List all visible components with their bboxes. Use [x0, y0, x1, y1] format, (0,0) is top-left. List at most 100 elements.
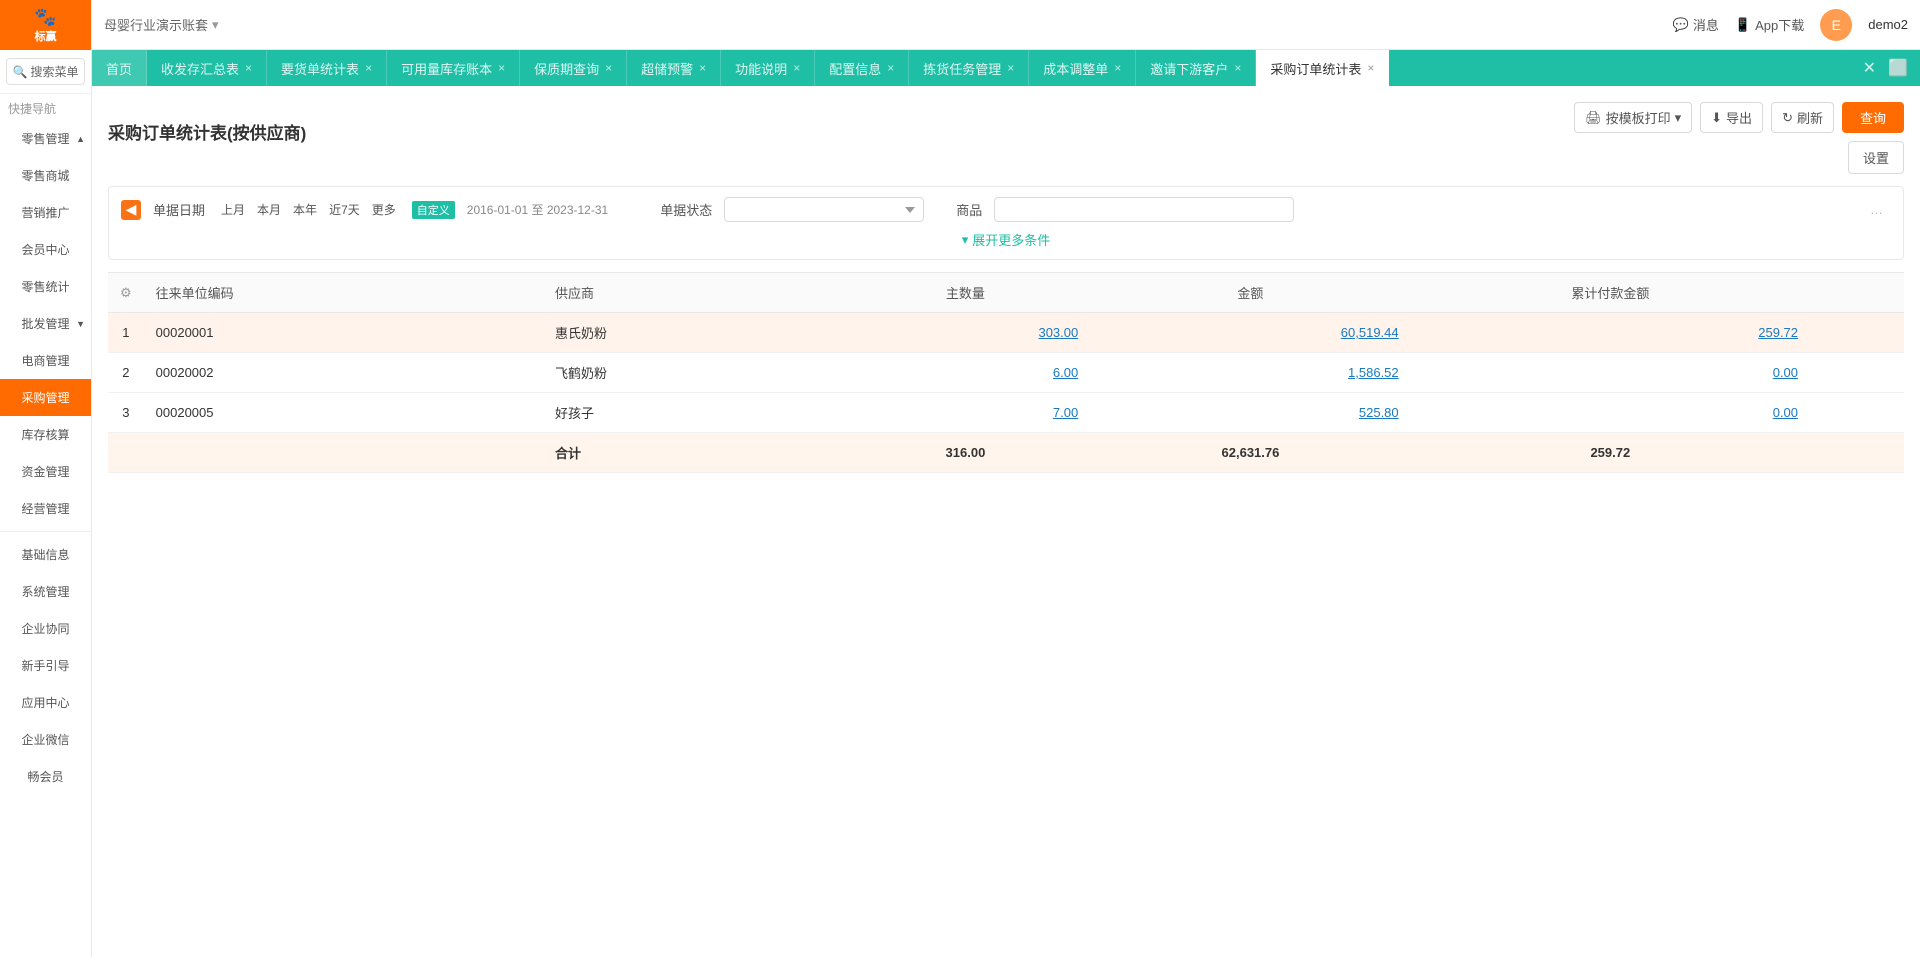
sidebar-item-member-label: 会员中心: [21, 241, 69, 258]
row-code: 00020002: [144, 353, 543, 393]
tab-purchase-order-stats-label: 采购订单统计表: [1270, 59, 1361, 78]
tab-invite-downstream-close[interactable]: ×: [1234, 61, 1241, 75]
template-print-button[interactable]: 🖨 按模板打印 ▾: [1574, 102, 1692, 133]
date-last-7-days[interactable]: 近7天: [325, 199, 364, 220]
sidebar-item-system[interactable]: 系统管理: [0, 573, 91, 610]
tab-expiry-query[interactable]: 保质期查询 ×: [520, 50, 627, 86]
expand-more-conditions-button[interactable]: ▾ 展开更多条件: [962, 230, 1051, 249]
topbar-dropdown-arrow[interactable]: ▾: [212, 17, 219, 33]
tab-function-desc-close[interactable]: ×: [793, 61, 800, 75]
table-row[interactable]: 3 00020005 好孩子 7.00 525.80 0.00: [108, 393, 1904, 433]
sidebar-item-new-guide[interactable]: 新手引导: [0, 647, 91, 684]
tab-home[interactable]: 首页: [92, 50, 147, 86]
row-amount[interactable]: 525.80: [1090, 393, 1410, 433]
row-paid[interactable]: 0.00: [1411, 353, 1810, 393]
row-amount[interactable]: 1,586.52: [1090, 353, 1410, 393]
date-more[interactable]: 更多: [368, 199, 400, 220]
tab-purchase-order-stats-close[interactable]: ×: [1367, 61, 1374, 75]
tab-overstock-warning[interactable]: 超储预警 ×: [627, 50, 721, 86]
message-icon: 💬: [1673, 17, 1689, 33]
refresh-button[interactable]: ↻ 刷新: [1771, 102, 1834, 133]
tab-function-desc-label: 功能说明: [735, 59, 787, 78]
tab-overstock-warning-label: 超储预警: [641, 59, 693, 78]
app-download-label: App下载: [1755, 15, 1804, 34]
sidebar-item-ecommerce[interactable]: 电商管理: [0, 342, 91, 379]
tab-overstock-warning-close[interactable]: ×: [699, 61, 706, 75]
message-button[interactable]: 💬 消息: [1673, 15, 1719, 34]
row-paid[interactable]: 0.00: [1411, 393, 1810, 433]
sidebar-item-operations[interactable]: 经营管理: [0, 490, 91, 527]
logo-text: 标赢: [35, 28, 57, 44]
tab-close-all-button[interactable]: ✕: [1859, 58, 1880, 78]
row-qty[interactable]: 7.00: [841, 393, 1091, 433]
sidebar-item-wholesale[interactable]: 批发管理: [0, 305, 91, 342]
search-icon: 🔍: [13, 65, 28, 79]
user-name[interactable]: demo2: [1868, 17, 1908, 32]
sidebar-item-basic-info[interactable]: 基础信息: [0, 536, 91, 573]
sidebar-item-marketing[interactable]: 营销推广: [0, 194, 91, 231]
tab-receive-summary[interactable]: 收发存汇总表 ×: [147, 50, 267, 86]
date-last-month[interactable]: 上月: [217, 199, 249, 220]
query-button[interactable]: 查询: [1842, 102, 1904, 133]
sidebar-item-enterprise[interactable]: 企业协同: [0, 610, 91, 647]
tab-receive-summary-close[interactable]: ×: [245, 61, 252, 75]
row-code: 00020005: [144, 393, 543, 433]
tab-maximize-button[interactable]: ⬜: [1884, 58, 1912, 78]
row-amount[interactable]: 60,519.44: [1090, 313, 1410, 353]
tab-pick-task[interactable]: 拣货任务管理 ×: [909, 50, 1029, 86]
settings-button[interactable]: 设置: [1848, 141, 1904, 174]
sidebar-item-app-center[interactable]: 应用中心: [0, 684, 91, 721]
tab-config-info-close[interactable]: ×: [887, 61, 894, 75]
sidebar-item-finance[interactable]: 资金管理: [0, 453, 91, 490]
footer-empty-1: [108, 433, 144, 473]
tab-invite-downstream[interactable]: 邀请下游客户 ×: [1136, 50, 1256, 86]
sidebar-item-purchase[interactable]: 采购管理: [0, 379, 91, 416]
tab-available-stock[interactable]: 可用量库存账本 ×: [387, 50, 520, 86]
row-qty[interactable]: 303.00: [841, 313, 1091, 353]
sidebar-item-retail-mall[interactable]: 零售商城: [0, 157, 91, 194]
tab-order-stats-label: 要货单统计表: [281, 59, 359, 78]
tab-function-desc[interactable]: 功能说明 ×: [721, 50, 815, 86]
tab-order-stats[interactable]: 要货单统计表 ×: [267, 50, 387, 86]
goods-input-wrapper: …: [994, 197, 1891, 222]
tab-order-stats-close[interactable]: ×: [365, 61, 372, 75]
sidebar-item-retail-mgmt[interactable]: 零售管理: [0, 120, 91, 157]
search-menu-button[interactable]: 🔍 搜索菜单: [6, 58, 85, 85]
sidebar-item-member2[interactable]: 畅会员: [0, 758, 91, 795]
tab-cost-adjust-close[interactable]: ×: [1114, 61, 1121, 75]
goods-input[interactable]: [994, 197, 1294, 222]
tab-config-info[interactable]: 配置信息 ×: [815, 50, 909, 86]
row-paid[interactable]: 259.72: [1411, 313, 1810, 353]
sidebar-item-inventory[interactable]: 库存核算: [0, 416, 91, 453]
user-avatar[interactable]: E: [1820, 9, 1852, 41]
row-no: 1: [108, 313, 144, 353]
table-row[interactable]: 2 00020002 飞鹤奶粉 6.00 1,586.52 0.00: [108, 353, 1904, 393]
data-table: ⚙ 往来单位编码 供应商 主数量 金额 累计付款金额 1 00020001 惠氏…: [108, 272, 1904, 473]
status-select[interactable]: [724, 197, 924, 222]
app-logo: 🐾 标赢: [0, 0, 91, 50]
row-qty[interactable]: 6.00: [841, 353, 1091, 393]
tab-available-stock-label: 可用量库存账本: [401, 59, 492, 78]
tab-expiry-query-close[interactable]: ×: [605, 61, 612, 75]
tab-cost-adjust[interactable]: 成本调整单 ×: [1029, 50, 1136, 86]
column-settings-icon[interactable]: ⚙: [120, 285, 132, 300]
sidebar-item-marketing-label: 营销推广: [21, 204, 69, 221]
footer-qty: 316.00: [841, 433, 1091, 473]
tab-purchase-order-stats[interactable]: 采购订单统计表 ×: [1256, 50, 1389, 86]
app-download-button[interactable]: 📱 App下载: [1735, 15, 1804, 34]
expand-icon: ▾: [962, 232, 969, 248]
tab-invite-downstream-label: 邀请下游客户: [1150, 59, 1228, 78]
filter-collapse-button[interactable]: ◀: [121, 200, 141, 220]
tab-pick-task-close[interactable]: ×: [1007, 61, 1014, 75]
goods-more-icon[interactable]: …: [1870, 202, 1883, 217]
export-label: 导出: [1726, 108, 1752, 127]
table-row[interactable]: 1 00020001 惠氏奶粉 303.00 60,519.44 259.72: [108, 313, 1904, 353]
sidebar-item-enterprise-wechat[interactable]: 企业微信: [0, 721, 91, 758]
tab-available-stock-close[interactable]: ×: [498, 61, 505, 75]
export-button[interactable]: ⬇ 导出: [1700, 102, 1763, 133]
date-this-month[interactable]: 本月: [253, 199, 285, 220]
sidebar-item-member[interactable]: 会员中心: [0, 231, 91, 268]
sidebar-item-retail-stats[interactable]: 零售统计: [0, 268, 91, 305]
date-this-year[interactable]: 本年: [289, 199, 321, 220]
tab-expiry-query-label: 保质期查询: [534, 59, 599, 78]
